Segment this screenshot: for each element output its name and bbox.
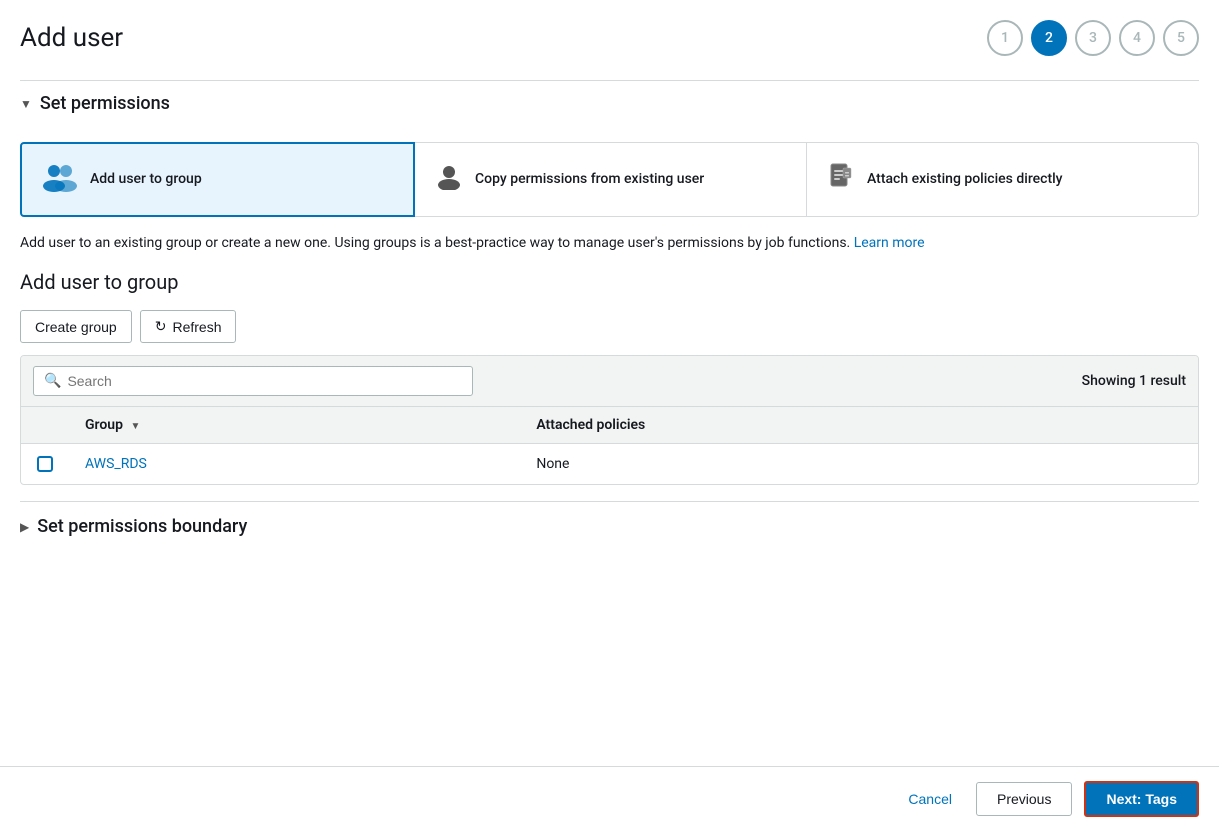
checkbox-header — [21, 407, 69, 444]
policies-column-header: Attached policies — [520, 407, 1198, 444]
step-5[interactable]: 5 — [1163, 20, 1199, 56]
refresh-icon: ↻ — [155, 318, 167, 335]
step-2[interactable]: 2 — [1031, 20, 1067, 56]
tab-copy-permissions[interactable]: Copy permissions from existing user — [415, 142, 807, 217]
table-row: AWS_RDS None — [21, 444, 1198, 485]
cancel-button[interactable]: Cancel — [896, 783, 964, 815]
step-1[interactable]: 1 — [987, 20, 1023, 56]
page-title: Add user — [20, 23, 123, 53]
chevron-down-icon: ▼ — [20, 97, 32, 111]
tab-add-to-group[interactable]: Add user to group — [20, 142, 415, 217]
refresh-button[interactable]: ↻ Refresh — [140, 310, 237, 343]
set-permissions-boundary-section: ▶ Set permissions boundary — [20, 501, 1199, 551]
next-button[interactable]: Next: Tags — [1084, 781, 1199, 817]
info-text: Add user to an existing group or create … — [20, 233, 1199, 254]
create-group-button[interactable]: Create group — [20, 310, 132, 343]
step-indicators: 1 2 3 4 5 — [987, 20, 1199, 56]
tab-add-to-group-label: Add user to group — [90, 170, 202, 190]
attached-policies-cell: None — [520, 444, 1198, 485]
search-bar: 🔍 Showing 1 result — [21, 356, 1198, 407]
row-checkbox[interactable] — [37, 456, 53, 472]
set-permissions-section: ▼ Set permissions Add user to group — [20, 80, 1199, 485]
tab-attach-policies[interactable]: Attach existing policies directly — [807, 142, 1199, 217]
page-footer: Cancel Previous Next: Tags — [0, 766, 1219, 831]
previous-button[interactable]: Previous — [976, 782, 1072, 816]
tab-copy-permissions-label: Copy permissions from existing user — [475, 170, 704, 190]
row-checkbox-cell[interactable] — [21, 444, 69, 485]
set-permissions-header[interactable]: ▼ Set permissions — [20, 80, 1199, 126]
learn-more-link[interactable]: Learn more — [854, 235, 925, 251]
add-user-to-group-title: Add user to group — [20, 270, 1199, 294]
step-3[interactable]: 3 — [1075, 20, 1111, 56]
set-permissions-title: Set permissions — [40, 93, 170, 114]
groups-table: Group ▼ Attached policies — [21, 407, 1198, 484]
search-input[interactable] — [67, 373, 462, 389]
toolbar: Create group ↻ Refresh — [20, 310, 1199, 343]
groups-table-container: 🔍 Showing 1 result Group ▼ Attached — [20, 355, 1199, 485]
set-permissions-boundary-header[interactable]: ▶ Set permissions boundary — [20, 502, 1199, 551]
chevron-right-icon: ▶ — [20, 520, 29, 534]
group-column-header[interactable]: Group ▼ — [69, 407, 520, 444]
tab-attach-policies-label: Attach existing policies directly — [867, 170, 1063, 190]
search-icon: 🔍 — [44, 373, 61, 389]
group-name-link[interactable]: AWS_RDS — [85, 456, 147, 472]
search-input-wrapper[interactable]: 🔍 — [33, 366, 473, 396]
document-icon — [827, 162, 855, 197]
step-4[interactable]: 4 — [1119, 20, 1155, 56]
page-header: Add user 1 2 3 4 5 — [20, 20, 1199, 56]
boundary-title: Set permissions boundary — [37, 516, 247, 537]
copy-user-icon — [435, 162, 463, 197]
result-count: Showing 1 result — [1082, 373, 1186, 389]
table-header-row: Group ▼ Attached policies — [21, 407, 1198, 444]
sort-icon: ▼ — [130, 421, 140, 432]
users-icon — [42, 160, 78, 199]
group-name-cell: AWS_RDS — [69, 444, 520, 485]
permission-tabs: Add user to group Copy permissions from … — [20, 142, 1199, 217]
